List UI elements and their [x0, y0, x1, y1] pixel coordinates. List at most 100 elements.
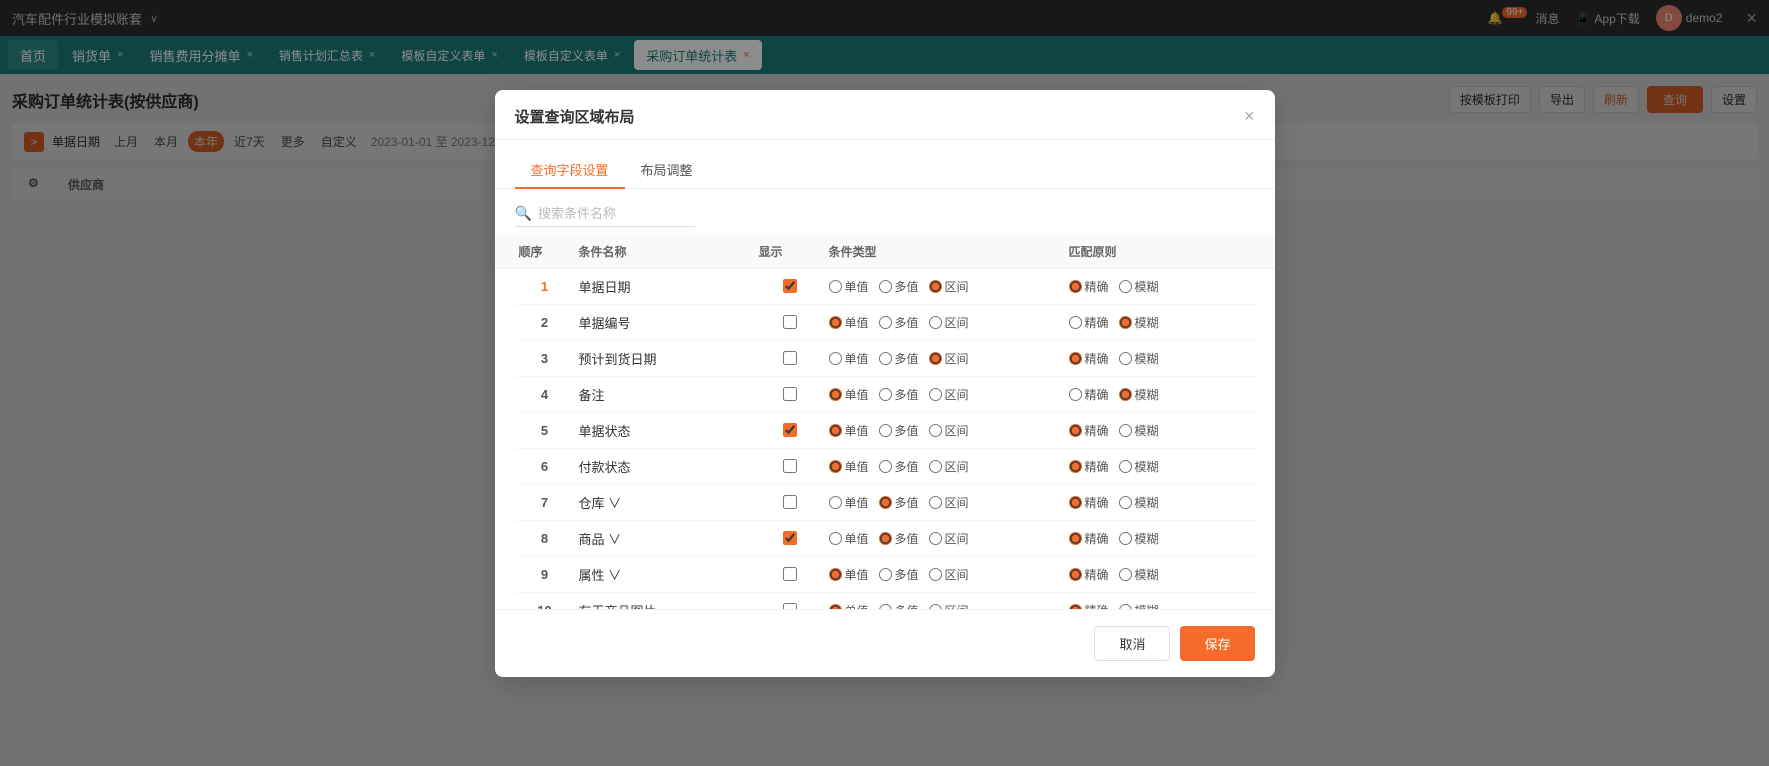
type-radio-多值-0[interactable]: 多值: [879, 278, 919, 295]
col-name: 条件名称: [575, 235, 755, 268]
match-radio-模糊-4[interactable]: 模糊: [1119, 422, 1159, 439]
match-radio-模糊-3[interactable]: 模糊: [1119, 386, 1159, 403]
type-radio-区间-3[interactable]: 区间: [929, 386, 969, 403]
type-radio-单值-1[interactable]: 单值: [829, 314, 869, 331]
type-radio-区间-8[interactable]: 区间: [929, 566, 969, 583]
row-display-7[interactable]: [755, 525, 825, 551]
match-radio-精确-3[interactable]: 精确: [1069, 386, 1109, 403]
display-checkbox-6[interactable]: [783, 495, 797, 509]
match-radio-模糊-6[interactable]: 模糊: [1119, 494, 1159, 511]
row-name-2: 预计到货日期: [575, 343, 755, 374]
row-order-4: 5: [515, 417, 575, 444]
type-radio-区间-2[interactable]: 区间: [929, 350, 969, 367]
row-display-3[interactable]: [755, 381, 825, 407]
row-display-4[interactable]: [755, 417, 825, 443]
cancel-button[interactable]: 取消: [1094, 626, 1170, 661]
save-button[interactable]: 保存: [1180, 626, 1254, 661]
type-radio-多值-3[interactable]: 多值: [879, 386, 919, 403]
modal-body: 1单据日期单值多值区间精确模糊2单据编号单值多值区间精确模糊3预计到货日期单值多…: [495, 269, 1275, 609]
match-radio-模糊-8[interactable]: 模糊: [1119, 566, 1159, 583]
match-radio-模糊-9[interactable]: 模糊: [1119, 602, 1159, 609]
display-checkbox-0[interactable]: [783, 279, 797, 293]
match-radio-模糊-0[interactable]: 模糊: [1119, 278, 1159, 295]
modal-tabs: 查询字段设置 布局调整: [495, 140, 1275, 189]
match-radio-模糊-5[interactable]: 模糊: [1119, 458, 1159, 475]
row-type-6: 单值多值区间: [825, 488, 1065, 517]
match-radio-精确-8[interactable]: 精确: [1069, 566, 1109, 583]
display-checkbox-8[interactable]: [783, 567, 797, 581]
type-radio-单值-9[interactable]: 单值: [829, 602, 869, 609]
type-radio-多值-5[interactable]: 多值: [879, 458, 919, 475]
row-display-2[interactable]: [755, 345, 825, 371]
tab-layout-adjust[interactable]: 布局调整: [625, 152, 709, 189]
match-radio-精确-5[interactable]: 精确: [1069, 458, 1109, 475]
type-radio-单值-0[interactable]: 单值: [829, 278, 869, 295]
display-checkbox-3[interactable]: [783, 387, 797, 401]
row-order-9: 10: [515, 597, 575, 609]
match-radio-精确-9[interactable]: 精确: [1069, 602, 1109, 609]
type-radio-多值-6[interactable]: 多值: [879, 494, 919, 511]
type-radio-区间-0[interactable]: 区间: [929, 278, 969, 295]
tab-query-fields[interactable]: 查询字段设置: [515, 152, 625, 189]
type-radio-多值-2[interactable]: 多值: [879, 350, 919, 367]
match-radio-精确-6[interactable]: 精确: [1069, 494, 1109, 511]
row-display-9[interactable]: [755, 597, 825, 609]
row-name-1: 单据编号: [575, 307, 755, 338]
modal-close-button[interactable]: ×: [1244, 107, 1255, 125]
type-radio-多值-9[interactable]: 多值: [879, 602, 919, 609]
match-radio-模糊-2[interactable]: 模糊: [1119, 350, 1159, 367]
row-display-1[interactable]: [755, 309, 825, 335]
cancel-label: 取消: [1119, 637, 1145, 652]
type-radio-单值-4[interactable]: 单值: [829, 422, 869, 439]
row-order-8: 9: [515, 561, 575, 588]
type-radio-多值-8[interactable]: 多值: [879, 566, 919, 583]
match-radio-精确-7[interactable]: 精确: [1069, 530, 1109, 547]
type-radio-区间-4[interactable]: 区间: [929, 422, 969, 439]
display-checkbox-5[interactable]: [783, 459, 797, 473]
type-radio-单值-5[interactable]: 单值: [829, 458, 869, 475]
row-display-8[interactable]: [755, 561, 825, 587]
match-radio-精确-4[interactable]: 精确: [1069, 422, 1109, 439]
type-radio-区间-6[interactable]: 区间: [929, 494, 969, 511]
type-radio-区间-7[interactable]: 区间: [929, 530, 969, 547]
row-display-5[interactable]: [755, 453, 825, 479]
row-type-2: 单值多值区间: [825, 344, 1065, 373]
modal-title: 设置查询区域布局: [515, 106, 635, 127]
match-radio-精确-1[interactable]: 精确: [1069, 314, 1109, 331]
type-radio-单值-2[interactable]: 单值: [829, 350, 869, 367]
table-row: 7仓库 ∨单值多值区间精确模糊: [515, 485, 1255, 521]
search-input[interactable]: [538, 206, 678, 221]
row-name-5: 付款状态: [575, 451, 755, 482]
type-radio-区间-1[interactable]: 区间: [929, 314, 969, 331]
type-radio-单值-3[interactable]: 单值: [829, 386, 869, 403]
type-radio-单值-6[interactable]: 单值: [829, 494, 869, 511]
type-radio-区间-5[interactable]: 区间: [929, 458, 969, 475]
display-checkbox-2[interactable]: [783, 351, 797, 365]
row-display-6[interactable]: [755, 489, 825, 515]
row-name-8: 属性 ∨: [575, 559, 755, 590]
type-radio-单值-7[interactable]: 单值: [829, 530, 869, 547]
row-match-5: 精确模糊: [1065, 452, 1265, 481]
type-radio-多值-4[interactable]: 多值: [879, 422, 919, 439]
modal-col-headers: 顺序 条件名称 显示 条件类型 匹配原则: [495, 235, 1275, 269]
type-radio-区间-9[interactable]: 区间: [929, 602, 969, 609]
save-label: 保存: [1204, 637, 1230, 652]
display-checkbox-1[interactable]: [783, 315, 797, 329]
match-radio-模糊-7[interactable]: 模糊: [1119, 530, 1159, 547]
display-checkbox-4[interactable]: [783, 423, 797, 437]
type-radio-多值-7[interactable]: 多值: [879, 530, 919, 547]
type-radio-多值-1[interactable]: 多值: [879, 314, 919, 331]
match-radio-精确-2[interactable]: 精确: [1069, 350, 1109, 367]
row-type-1: 单值多值区间: [825, 308, 1065, 337]
match-radio-精确-0[interactable]: 精确: [1069, 278, 1109, 295]
table-row: 1单据日期单值多值区间精确模糊: [515, 269, 1255, 305]
row-match-7: 精确模糊: [1065, 524, 1265, 553]
type-radio-单值-8[interactable]: 单值: [829, 566, 869, 583]
display-checkbox-7[interactable]: [783, 531, 797, 545]
table-row: 9属性 ∨ 单值多值区间 精确模糊: [515, 557, 1255, 593]
settings-modal: 设置查询区域布局 × 查询字段设置 布局调整 🔍 顺序 条件名称 显示 条件类型: [495, 90, 1275, 677]
match-radio-模糊-1[interactable]: 模糊: [1119, 314, 1159, 331]
row-name-9: 有无商品图片: [575, 595, 755, 609]
row-display-0[interactable]: [755, 273, 825, 299]
modal-header: 设置查询区域布局 ×: [495, 90, 1275, 140]
